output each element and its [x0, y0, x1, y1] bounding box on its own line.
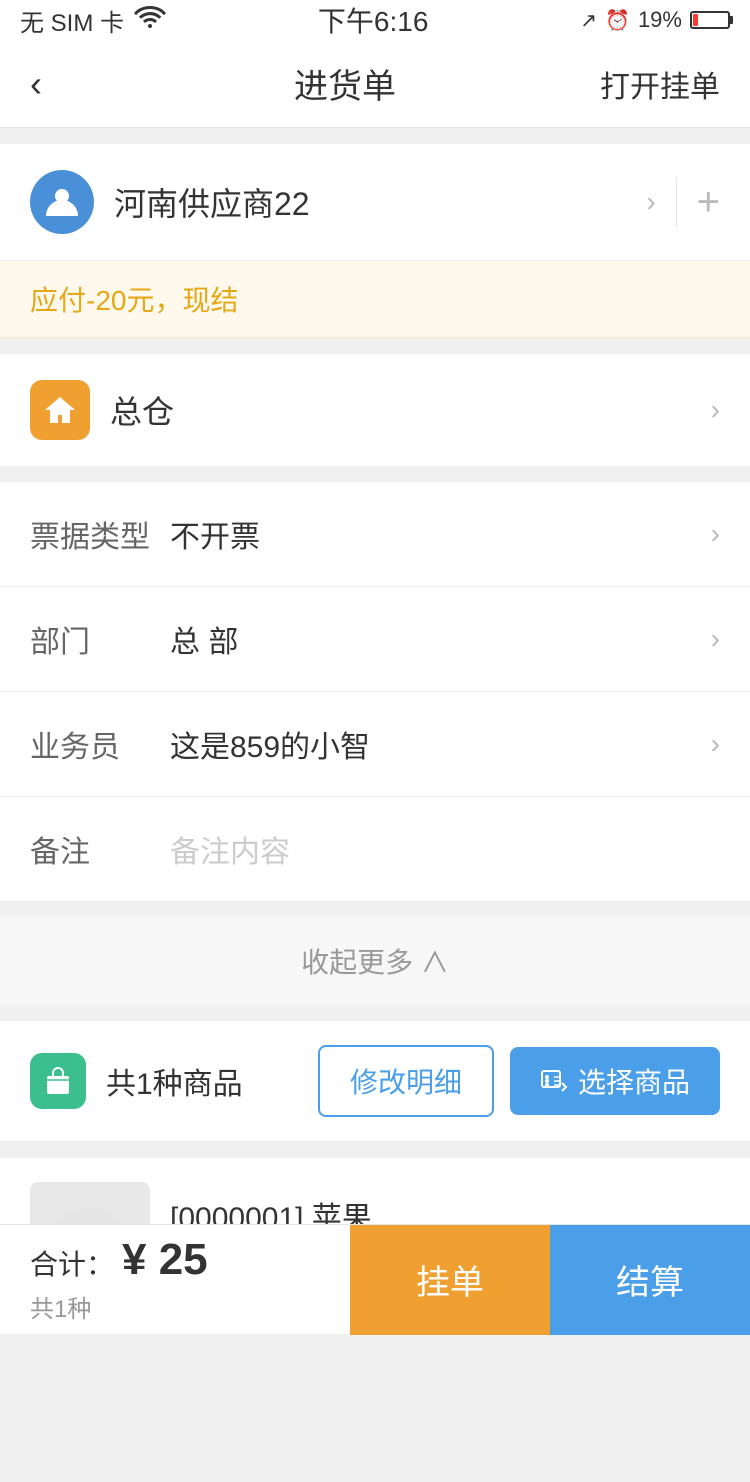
dept-chevron-icon: › [711, 623, 720, 655]
select-product-label: 选择商品 [578, 1061, 690, 1101]
product-section: 共1种商品 修改明细 选择商品 [0, 1021, 750, 1142]
battery-icon [690, 11, 730, 29]
supplier-avatar [30, 170, 94, 234]
invoice-row[interactable]: 票据类型 不开票 › [0, 482, 750, 587]
page-title: 进货单 [294, 59, 396, 108]
form-card: 票据类型 不开票 › 部门 总 部 › 业务员 这是859的小智 › 备注 备注… [0, 482, 750, 901]
alarm-icon: ⏰ [605, 8, 630, 33]
supplier-chevron-icon: › [646, 186, 655, 218]
warehouse-chevron-icon: › [711, 394, 720, 426]
status-bar: 无 SIM 卡 下午6:16 ↗ ⏰ 19% [0, 0, 750, 40]
hang-button[interactable]: 挂单 [350, 1225, 550, 1335]
status-time: 下午6:16 [318, 0, 429, 40]
battery-percent: 19% [638, 7, 682, 33]
warehouse-icon [30, 380, 90, 440]
back-button[interactable]: ‹ [30, 63, 90, 105]
supplier-row[interactable]: 河南供应商22 › + [0, 144, 750, 261]
remark-label: 备注 [30, 827, 170, 871]
remark-input[interactable]: 备注内容 [170, 827, 720, 871]
add-supplier-button[interactable]: + [697, 180, 720, 225]
total-line2: 共1种 [30, 1289, 320, 1324]
salesman-value: 这是859的小智 [170, 722, 711, 766]
footer-total: 合计： ¥ 25 共1种 [0, 1235, 350, 1324]
product-count: 共1种商品 [106, 1059, 318, 1103]
total-line1: 合计： ¥ 25 [30, 1235, 320, 1285]
open-pending-button[interactable]: 打开挂单 [600, 62, 720, 106]
warehouse-name: 总仓 [110, 387, 711, 433]
nav-bar: ‹ 进货单 打开挂单 [0, 40, 750, 128]
supplier-name: 河南供应商22 [114, 179, 646, 225]
dept-value: 总 部 [170, 617, 711, 661]
select-product-button[interactable]: 选择商品 [510, 1047, 720, 1115]
dept-label: 部门 [30, 617, 170, 661]
notice-bar: 应付-20元，现结 [0, 261, 750, 338]
collapse-label: 收起更多 ∧ [301, 941, 449, 981]
warehouse-row[interactable]: 总仓 › [0, 354, 750, 466]
salesman-row[interactable]: 业务员 这是859的小智 › [0, 692, 750, 797]
warehouse-card: 总仓 › [0, 354, 750, 466]
invoice-chevron-icon: › [711, 518, 720, 550]
vertical-divider [676, 177, 677, 227]
supplier-card: 河南供应商22 › + 应付-20元，现结 [0, 144, 750, 338]
separator-1 [0, 128, 750, 144]
invoice-label: 票据类型 [30, 512, 170, 556]
location-icon: ↗ [580, 8, 597, 33]
remark-row[interactable]: 备注 备注内容 [0, 797, 750, 901]
collapse-bar[interactable]: 收起更多 ∧ [0, 917, 750, 1005]
status-right: ↗ ⏰ 19% [580, 7, 730, 33]
total-amount: ¥ 25 [122, 1235, 208, 1285]
footer: 合计： ¥ 25 共1种 挂单 结算 [0, 1224, 750, 1334]
product-icon [30, 1053, 86, 1109]
status-left: 无 SIM 卡 [20, 3, 166, 38]
footer-spacer [0, 1342, 750, 1482]
salesman-chevron-icon: › [711, 728, 720, 760]
salesman-label: 业务员 [30, 722, 170, 766]
notice-text: 应付-20元，现结 [30, 285, 238, 316]
total-label: 合计： [30, 1243, 114, 1283]
edit-detail-button[interactable]: 修改明细 [318, 1045, 494, 1117]
dept-row[interactable]: 部门 总 部 › [0, 587, 750, 692]
carrier-label: 无 SIM 卡 [20, 3, 124, 38]
invoice-value: 不开票 [170, 512, 711, 556]
checkout-button[interactable]: 结算 [550, 1225, 750, 1335]
product-header: 共1种商品 修改明细 选择商品 [0, 1021, 750, 1142]
wifi-icon [134, 6, 166, 35]
